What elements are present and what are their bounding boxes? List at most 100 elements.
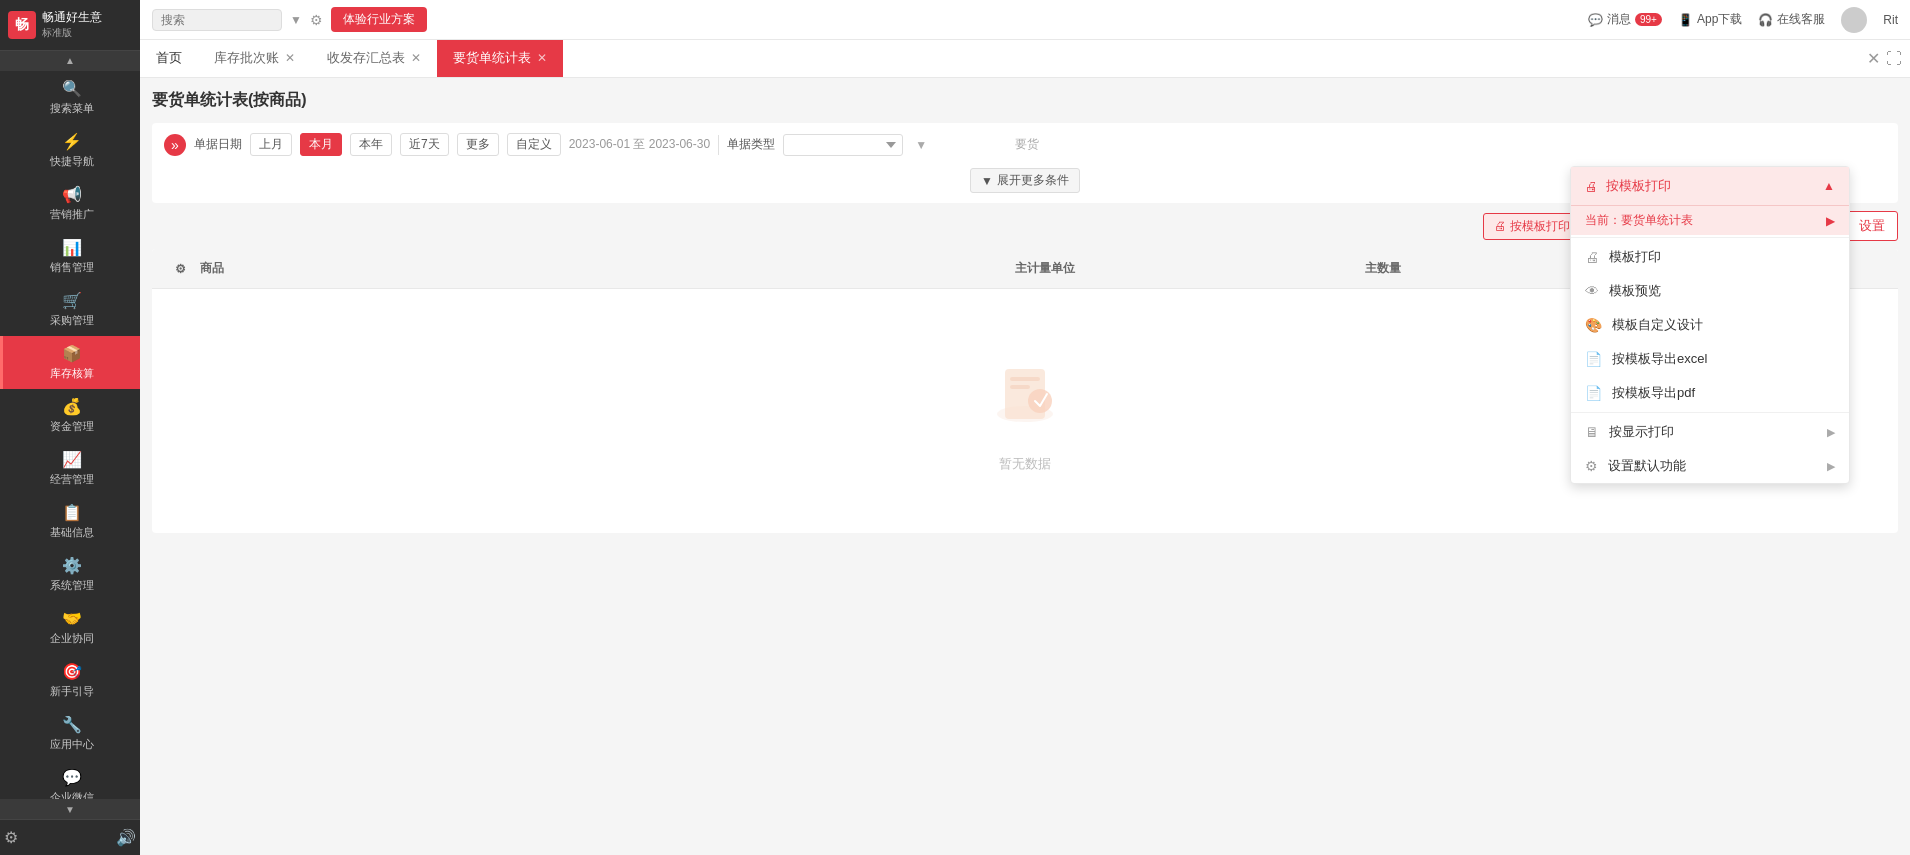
settings-btn[interactable]: 设置 <box>1846 211 1898 241</box>
tab-order-stats-close[interactable]: ✕ <box>537 51 547 65</box>
sidebar-item-wechat[interactable]: 💬 企业微信 <box>0 760 140 799</box>
sidebar-item-label: 库存核算 <box>50 366 94 381</box>
tab-close-all-icon[interactable]: ✕ <box>1867 49 1880 68</box>
sidebar-item-label: 企业协同 <box>50 631 94 646</box>
date-btn-this-month[interactable]: 本月 <box>300 133 342 156</box>
sidebar-item-collab[interactable]: 🤝 企业协同 <box>0 601 140 654</box>
tabbar: 首页 库存批次账 ✕ 收发存汇总表 ✕ 要货单统计表 ✕ ✕ ⛶ <box>140 40 1910 78</box>
sidebar-item-sales[interactable]: 📊 销售管理 <box>0 230 140 283</box>
tab-inventory-batch[interactable]: 库存批次账 ✕ <box>198 40 311 77</box>
sidebar-item-label: 搜索菜单 <box>50 101 94 116</box>
col-header-settings[interactable]: ⚙ <box>160 262 200 276</box>
sidebar-item-label: 采购管理 <box>50 313 94 328</box>
app-center-icon: 🔧 <box>62 715 82 734</box>
dropdown-collapse-icon[interactable]: ▲ <box>1823 179 1835 193</box>
display-print-left: 🖥 按显示打印 <box>1585 423 1674 441</box>
sales-icon: 📊 <box>62 238 82 257</box>
filter-toggle-btn[interactable]: » <box>164 134 186 156</box>
sidebar-item-marketing[interactable]: 📢 营销推广 <box>0 177 140 230</box>
dropdown-print-icon: 🖨 <box>1585 179 1598 194</box>
sidebar-item-quick-nav[interactable]: ⚡ 快捷导航 <box>0 124 140 177</box>
sidebar-item-inventory[interactable]: 📦 库存核算 <box>0 336 140 389</box>
display-print-icon: 🖥 <box>1585 424 1599 440</box>
date-btn-7days[interactable]: 近7天 <box>400 133 449 156</box>
date-btn-this-year[interactable]: 本年 <box>350 133 392 156</box>
user-avatar[interactable] <box>1841 7 1867 33</box>
dropdown-header[interactable]: 🖨 按模板打印 ▲ <box>1571 167 1849 206</box>
dropdown-header-left: 🖨 按模板打印 <box>1585 177 1671 195</box>
dropdown-divider-2 <box>1571 412 1849 413</box>
sidebar-item-system[interactable]: ⚙️ 系统管理 <box>0 548 140 601</box>
dropdown-item-template-preview[interactable]: 👁 模板预览 <box>1571 274 1849 308</box>
settings-icon[interactable]: ⚙ <box>4 828 18 847</box>
sidebar-item-search[interactable]: 🔍 搜索菜单 <box>0 71 140 124</box>
set-default-label: 设置默认功能 <box>1608 457 1686 475</box>
sidebar-item-guide[interactable]: 🎯 新手引导 <box>0 654 140 707</box>
empty-text: 暂无数据 <box>999 455 1051 473</box>
basic-icon: 📋 <box>62 503 82 522</box>
sidebar-item-app-center[interactable]: 🔧 应用中心 <box>0 707 140 760</box>
svg-rect-3 <box>1010 385 1030 389</box>
filter-divider <box>718 135 719 155</box>
sound-icon[interactable]: 🔊 <box>116 828 136 847</box>
sidebar-item-label: 基础信息 <box>50 525 94 540</box>
sidebar-item-label: 经营管理 <box>50 472 94 487</box>
message-btn[interactable]: 💬 消息 99+ <box>1588 11 1662 28</box>
current-template-row[interactable]: 当前：要货单统计表 ▶ <box>1571 206 1849 235</box>
topbar-gear-icon[interactable]: ⚙ <box>310 12 323 28</box>
print-dropdown-menu: 🖨 按模板打印 ▲ 当前：要货单统计表 ▶ 🖨 模板打印 👁 模板预览 🎨 模板… <box>1570 166 1850 484</box>
col-header-product: 商品 <box>200 260 876 277</box>
collab-icon: 🤝 <box>62 609 82 628</box>
dropdown-item-template-print[interactable]: 🖨 模板打印 <box>1571 240 1849 274</box>
guide-icon: 🎯 <box>62 662 82 681</box>
sidebar-item-label: 销售管理 <box>50 260 94 275</box>
sidebar-logo: 畅 畅通好生意 标准版 <box>0 0 140 51</box>
date-btn-last-month[interactable]: 上月 <box>250 133 292 156</box>
order-type-select[interactable] <box>783 134 903 156</box>
sidebar-item-operation[interactable]: 📈 经营管理 <box>0 442 140 495</box>
dropdown-item-template-design[interactable]: 🎨 模板自定义设计 <box>1571 308 1849 342</box>
tab-home[interactable]: 首页 <box>140 40 198 77</box>
sidebar: 畅 畅通好生意 标准版 ▲ 🔍 搜索菜单 ⚡ 快捷导航 📢 营销推广 📊 销售管… <box>0 0 140 855</box>
expand-more-btn[interactable]: ▼ 展开更多条件 <box>970 168 1080 193</box>
sidebar-nav: 🔍 搜索菜单 ⚡ 快捷导航 📢 营销推广 📊 销售管理 🛒 采购管理 📦 库存核… <box>0 71 140 799</box>
empty-icon <box>985 349 1065 443</box>
dropdown-divider-1 <box>1571 237 1849 238</box>
dropdown-item-export-excel[interactable]: 📄 按模板导出excel <box>1571 342 1849 376</box>
inventory-icon: 📦 <box>62 344 82 363</box>
search-input[interactable] <box>152 9 282 31</box>
sidebar-item-label: 资金管理 <box>50 419 94 434</box>
tab-inventory-batch-close[interactable]: ✕ <box>285 51 295 65</box>
topbar-dropdown-icon[interactable]: ▼ <box>290 13 302 27</box>
sidebar-scroll-up[interactable]: ▲ <box>0 51 140 71</box>
sidebar-item-basic[interactable]: 📋 基础信息 <box>0 495 140 548</box>
app-download-label: App下载 <box>1697 11 1742 28</box>
online-service-btn[interactable]: 🎧 在线客服 <box>1758 11 1825 28</box>
date-btn-more[interactable]: 更多 <box>457 133 499 156</box>
date-range: 2023-06-01 至 2023-06-30 <box>569 136 710 153</box>
svg-rect-2 <box>1010 377 1040 381</box>
dropdown-item-display-print[interactable]: 🖥 按显示打印 ▶ <box>1571 415 1849 449</box>
dropdown-item-export-pdf[interactable]: 📄 按模板导出pdf <box>1571 376 1849 410</box>
dropdown-item-set-default[interactable]: ⚙ 设置默认功能 ▶ <box>1571 449 1849 483</box>
tab-inventory-batch-label: 库存批次账 <box>214 49 279 67</box>
export-pdf-icon: 📄 <box>1585 385 1602 401</box>
expand-more-label: 展开更多条件 <box>997 172 1069 189</box>
app-badge: 标准版 <box>42 26 102 40</box>
online-service-label: 在线客服 <box>1777 11 1825 28</box>
date-btn-custom[interactable]: 自定义 <box>507 133 561 156</box>
tab-receipt-summary[interactable]: 收发存汇总表 ✕ <box>311 40 437 77</box>
tab-receipt-summary-close[interactable]: ✕ <box>411 51 421 65</box>
sidebar-item-finance[interactable]: 💰 资金管理 <box>0 389 140 442</box>
tab-home-label: 首页 <box>156 49 182 67</box>
experience-btn[interactable]: 体验行业方案 <box>331 7 427 32</box>
sidebar-item-purchase[interactable]: 🛒 采购管理 <box>0 283 140 336</box>
tab-maximize-icon[interactable]: ⛶ <box>1886 50 1902 68</box>
sidebar-scroll-down[interactable]: ▼ <box>0 799 140 819</box>
current-template-label: 当前：要货单统计表 <box>1585 212 1693 229</box>
template-design-icon: 🎨 <box>1585 317 1602 333</box>
template-design-label: 模板自定义设计 <box>1612 316 1703 334</box>
tab-order-stats[interactable]: 要货单统计表 ✕ <box>437 40 563 77</box>
app-download-btn[interactable]: 📱 App下载 <box>1678 11 1742 28</box>
sidebar-item-label: 企业微信 <box>50 790 94 799</box>
